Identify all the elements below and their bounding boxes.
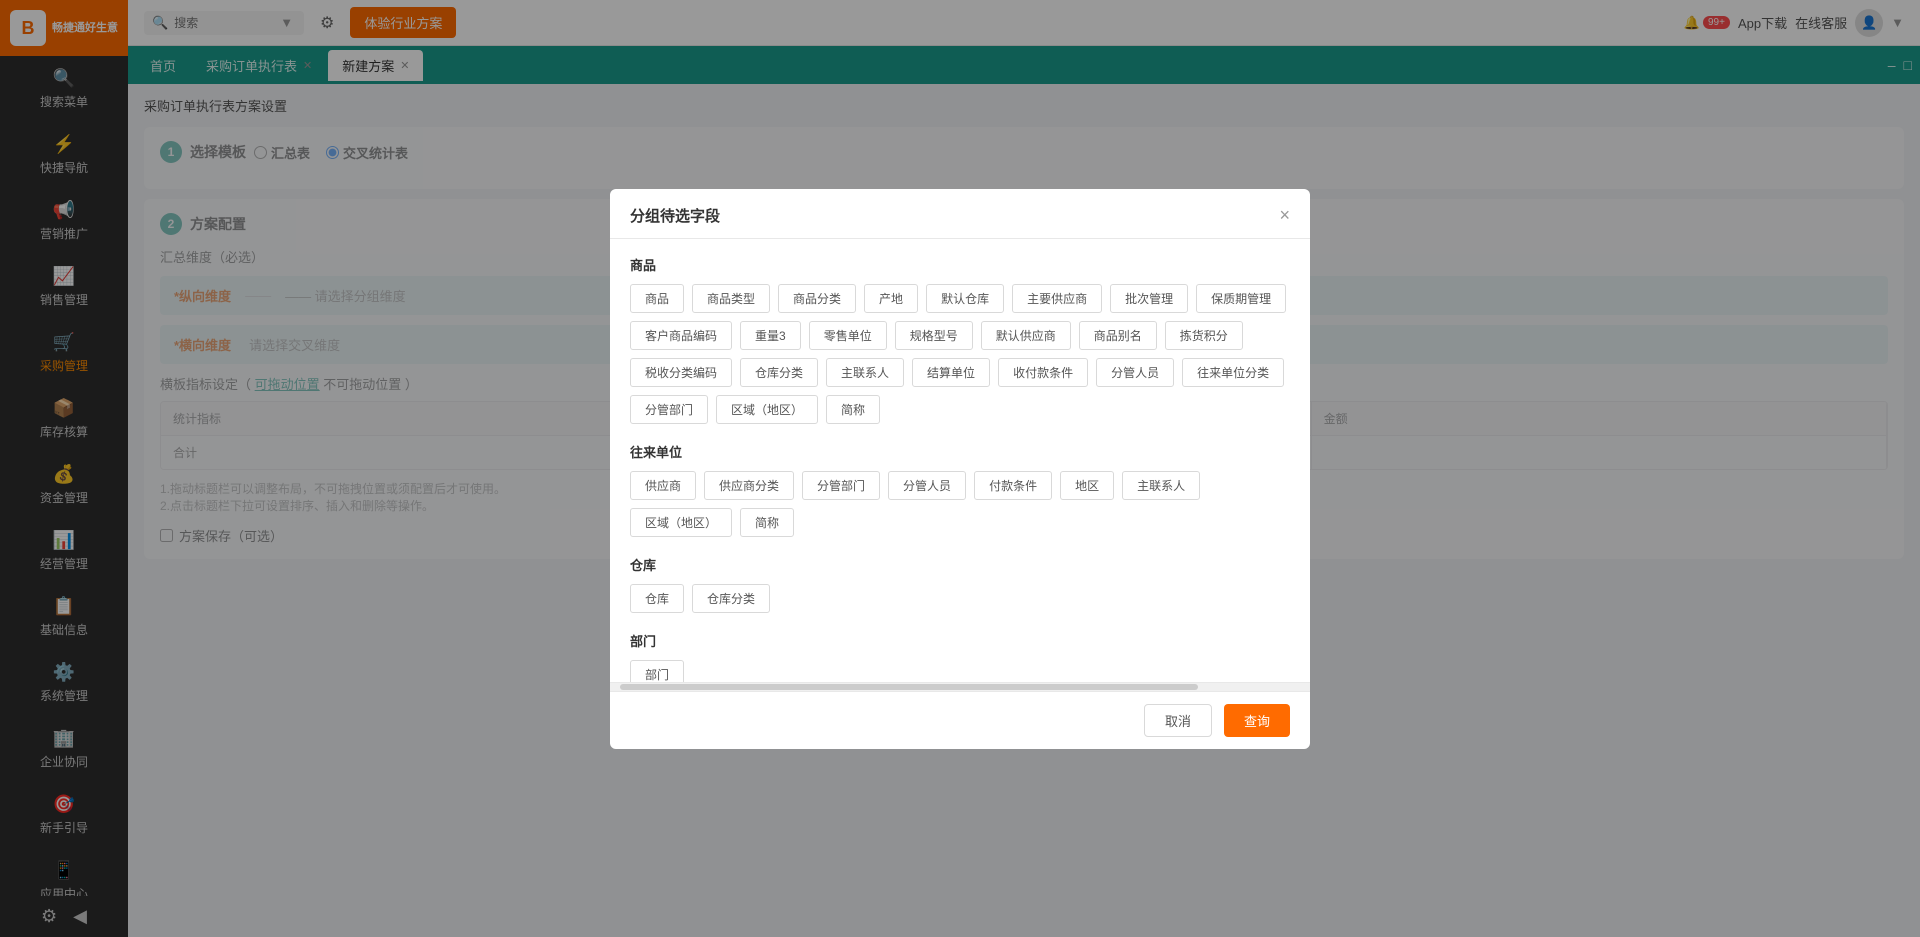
modal-overlay: 分组待选字段 × 商品 商品 商品类型 商品分类 产地 默认 [128, 84, 1920, 937]
field-tag-short-name2[interactable]: 简称 [740, 508, 794, 537]
field-tag-customer-code[interactable]: 客户商品编码 [630, 321, 732, 350]
field-tag-supplier-category[interactable]: 供应商分类 [704, 471, 794, 500]
field-tag-goods-type[interactable]: 商品类型 [692, 284, 770, 313]
field-tag-main-contact2[interactable]: 主联系人 [1122, 471, 1200, 500]
field-group-goods: 商品 商品 商品类型 商品分类 产地 默认仓库 主要供应商 批次管理 保质期管理 [630, 255, 1290, 424]
field-tag-short-name[interactable]: 简称 [826, 395, 880, 424]
field-tag-tax-code[interactable]: 税收分类编码 [630, 358, 732, 387]
field-select-modal: 分组待选字段 × 商品 商品 商品类型 商品分类 产地 默认 [610, 189, 1310, 749]
field-group-department: 部门 部门 [630, 631, 1290, 683]
field-tag-dept-person[interactable]: 分管人员 [888, 471, 966, 500]
field-group-department-title: 部门 [630, 631, 1290, 650]
field-group-warehouse-title: 仓库 [630, 555, 1290, 574]
modal-close-btn[interactable]: × [1279, 205, 1290, 226]
field-tag-spec-type[interactable]: 规格型号 [895, 321, 973, 350]
field-tag-region2[interactable]: 区域（地区） [630, 508, 732, 537]
field-group-partner-title: 往来单位 [630, 442, 1290, 461]
confirm-button[interactable]: 查询 [1224, 704, 1290, 737]
modal-hscroll[interactable] [610, 682, 1310, 690]
field-tag-default-supplier[interactable]: 默认供应商 [981, 321, 1071, 350]
field-tag-main-contact[interactable]: 主联系人 [826, 358, 904, 387]
field-tag-weight3[interactable]: 重量3 [740, 321, 801, 350]
field-tag-goods[interactable]: 商品 [630, 284, 684, 313]
field-tag-payment-terms[interactable]: 收付款条件 [998, 358, 1088, 387]
modal-footer: 取消 查询 [610, 691, 1310, 749]
field-tag-settle-unit[interactable]: 结算单位 [912, 358, 990, 387]
field-tag-manage-dept[interactable]: 分管部门 [630, 395, 708, 424]
cancel-button[interactable]: 取消 [1144, 704, 1212, 737]
field-tag-main-supplier[interactable]: 主要供应商 [1012, 284, 1102, 313]
content-area: 采购订单执行表方案设置 1 选择模板 汇总表 交叉统计表 [128, 84, 1920, 937]
field-group-warehouse: 仓库 仓库 仓库分类 [630, 555, 1290, 613]
field-tags-partner: 供应商 供应商分类 分管部门 分管人员 付款条件 地区 主联系人 区域（地区） … [630, 471, 1290, 537]
field-tag-department[interactable]: 部门 [630, 660, 684, 683]
field-tag-region[interactable]: 区域（地区） [716, 395, 818, 424]
field-tag-partner-category[interactable]: 往来单位分类 [1182, 358, 1284, 387]
modal-body: 商品 商品 商品类型 商品分类 产地 默认仓库 主要供应商 批次管理 保质期管理 [610, 239, 1310, 683]
field-tag-pay-terms[interactable]: 付款条件 [974, 471, 1052, 500]
modal-title: 分组待选字段 [630, 205, 720, 226]
field-tag-batch-mgmt[interactable]: 批次管理 [1110, 284, 1188, 313]
field-tag-area[interactable]: 地区 [1060, 471, 1114, 500]
field-group-partner: 往来单位 供应商 供应商分类 分管部门 分管人员 付款条件 地区 主联系人 区域… [630, 442, 1290, 537]
field-tag-origin[interactable]: 产地 [864, 284, 918, 313]
field-tag-warehouse-category[interactable]: 仓库分类 [740, 358, 818, 387]
hscroll-thumb[interactable] [620, 684, 1198, 690]
field-tags-department: 部门 [630, 660, 1290, 683]
field-tag-supplier[interactable]: 供应商 [630, 471, 696, 500]
field-group-goods-title: 商品 [630, 255, 1290, 274]
modal-header: 分组待选字段 × [610, 189, 1310, 239]
field-tag-goods-alias[interactable]: 商品别名 [1079, 321, 1157, 350]
field-tag-pick-points[interactable]: 拣货积分 [1165, 321, 1243, 350]
field-tags-goods: 商品 商品类型 商品分类 产地 默认仓库 主要供应商 批次管理 保质期管理 客户… [630, 284, 1290, 424]
field-tag-warehouse-cat[interactable]: 仓库分类 [692, 584, 770, 613]
field-tag-default-warehouse[interactable]: 默认仓库 [926, 284, 1004, 313]
field-tag-shelf-life[interactable]: 保质期管理 [1196, 284, 1286, 313]
field-tag-retail-unit[interactable]: 零售单位 [809, 321, 887, 350]
field-tag-warehouse[interactable]: 仓库 [630, 584, 684, 613]
field-tag-goods-category[interactable]: 商品分类 [778, 284, 856, 313]
main-area: 🔍 ▼ ⚙ 体验行业方案 🔔 99+ App下载 在线客服 👤 ▼ 首页 [128, 0, 1920, 937]
field-tag-manager[interactable]: 分管人员 [1096, 358, 1174, 387]
field-tag-dept[interactable]: 分管部门 [802, 471, 880, 500]
field-tags-warehouse: 仓库 仓库分类 [630, 584, 1290, 613]
